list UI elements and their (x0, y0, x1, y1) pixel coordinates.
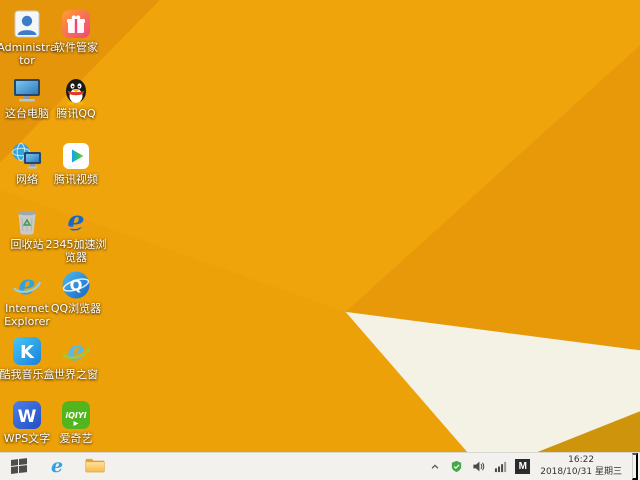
software-manager-giftbox-icon (60, 8, 92, 40)
qq-penguin-icon (60, 74, 92, 106)
internet-explorer-icon: e (11, 269, 43, 301)
security-shield-icon[interactable] (449, 459, 464, 474)
user-folder-icon (11, 8, 43, 40)
windows-logo-icon (10, 458, 28, 475)
desktop-icon-label: QQ浏览器 (50, 302, 102, 315)
ime-indicator[interactable]: M (515, 459, 531, 474)
desktop-icon-network[interactable]: 网络 (3, 140, 51, 187)
world-window-e-glyph: e (67, 336, 84, 367)
taskbar-clock[interactable]: 16:22 2018/10/31 星期三 (537, 455, 625, 478)
qq-browser-icon: Q (60, 269, 92, 301)
clock-weekday: 星期三 (594, 466, 622, 477)
iqiyi-icon: iQIYI (60, 399, 92, 431)
desktop-icon-world-window-browser[interactable]: e 世界之窗 (52, 335, 100, 382)
desktop-icon-label: 软件管家 (54, 41, 98, 54)
desktop-icon-internet-explorer[interactable]: e Internet Explorer (3, 269, 51, 328)
ie-e-glyph: e (18, 270, 35, 301)
kuwo-music-icon: K (11, 335, 43, 367)
desktop-icon-kuwo-music[interactable]: K 酷我音乐盒 (0, 335, 55, 382)
desktop-icon-wps[interactable]: W WPS文字 (3, 399, 51, 446)
desktop-icon-label: 腾讯QQ (56, 107, 96, 120)
volume-icon[interactable] (471, 459, 486, 474)
2345-e-glyph: e (67, 206, 84, 237)
wps-w-glyph: W (18, 407, 37, 427)
taskbar-internet-explorer-button[interactable]: e (38, 453, 76, 480)
desktop-icon-tencent-qq[interactable]: 腾讯QQ (52, 74, 100, 121)
kuwo-k-glyph: K (20, 342, 35, 363)
show-desktop-button[interactable] (632, 453, 638, 480)
iqiyi-wordmark: iQIYI (65, 411, 86, 420)
desktop-icon-tencent-video[interactable]: 腾讯视频 (52, 140, 100, 187)
desktop-icon-recycle-bin[interactable]: 回收站 (3, 205, 51, 252)
folder-icon (84, 456, 106, 477)
computer-monitor-icon (11, 74, 43, 106)
desktop-icon-software-manager[interactable]: 软件管家 (52, 8, 100, 55)
desktop-icon-2345-browser[interactable]: e 2345加速浏览器 (46, 205, 107, 264)
wps-writer-icon: W (11, 399, 43, 431)
recycle-bin-icon (11, 205, 43, 237)
taskbar-file-explorer-button[interactable] (76, 453, 114, 480)
2345-browser-icon: e (60, 205, 92, 237)
desktop: Administrator 这台电脑 网络 回收站 e Internet Exp… (0, 0, 640, 452)
world-window-browser-icon: e (60, 335, 92, 367)
system-tray: M 16:22 2018/10/31 星期三 (427, 453, 640, 480)
qq-browser-q-glyph: Q (70, 277, 83, 295)
desktop-icon-label: 世界之窗 (54, 368, 98, 381)
desktop-icon-iqiyi[interactable]: iQIYI 爱奇艺 (52, 399, 100, 446)
clock-time: 16:22 (568, 455, 595, 466)
start-button[interactable] (0, 453, 38, 480)
internet-explorer-icon: e (50, 455, 64, 477)
network-globe-monitor-icon (11, 140, 43, 172)
desktop-icon-label: 爱奇艺 (59, 432, 93, 445)
taskbar: e M 16:22 2018/10/31 星期三 (0, 452, 640, 480)
desktop-icon-this-pc[interactable]: 这台电脑 (3, 74, 51, 121)
desktop-icon-label: 腾讯视频 (54, 173, 98, 186)
desktop-icon-label: 2345加速浏览器 (45, 238, 107, 264)
clock-date: 2018/10/31 (540, 466, 593, 477)
desktop-icon-qq-browser[interactable]: Q QQ浏览器 (51, 269, 101, 316)
network-icon[interactable] (493, 459, 508, 474)
desktop-icon-administrator[interactable]: Administrator (0, 8, 57, 67)
show-hidden-icons-button[interactable] (427, 459, 442, 474)
tencent-video-play-icon (60, 140, 92, 172)
